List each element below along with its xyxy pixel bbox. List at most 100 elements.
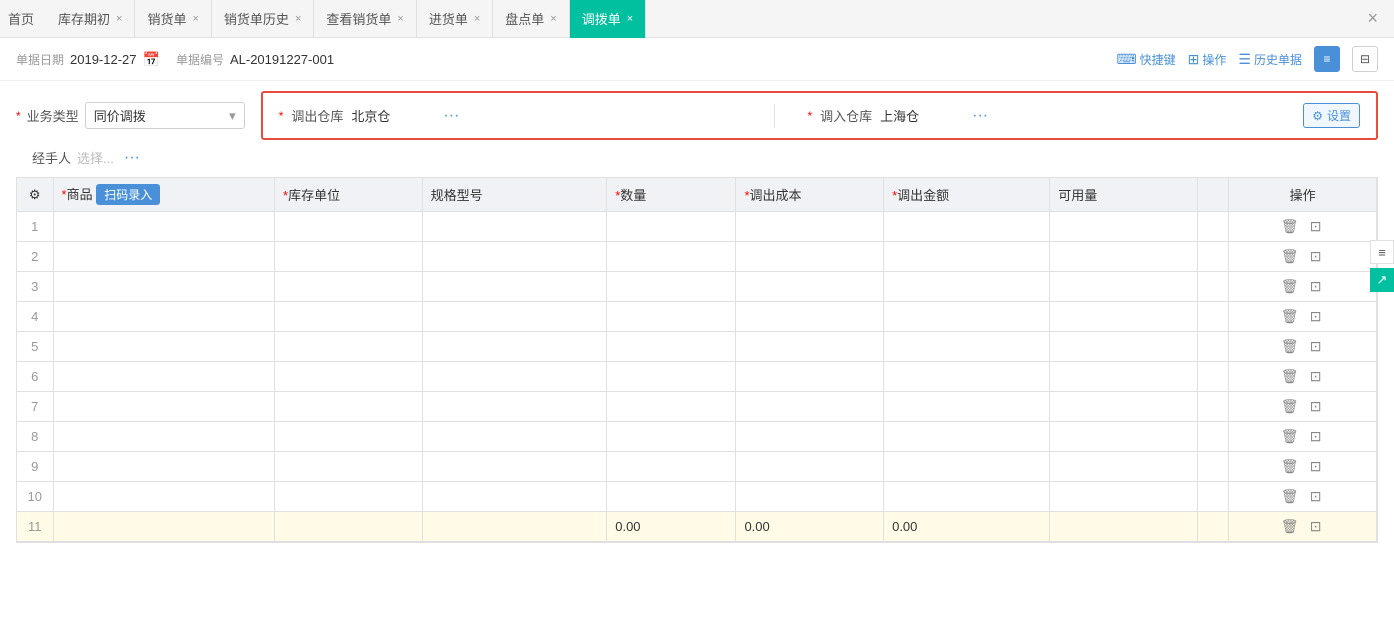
copy-icon-2[interactable]: ⊡ xyxy=(1306,247,1326,267)
out-wh-required: * xyxy=(279,109,284,123)
grid-icon: ⊞ xyxy=(1188,51,1200,68)
tab-close-stocktake[interactable]: × xyxy=(550,13,556,25)
delete-icon-1[interactable]: 🗑 xyxy=(1280,217,1300,237)
table-row: 2 🗑 ⊡ xyxy=(17,242,1377,272)
table-row: 3 🗑 ⊡ xyxy=(17,272,1377,302)
shortcut-key-btn[interactable]: ⌨ 快捷键 xyxy=(1116,51,1175,68)
col-unit-header: *库存单位 xyxy=(275,178,423,212)
delete-icon-6[interactable]: 🗑 xyxy=(1280,367,1300,387)
operation-btn[interactable]: ⊞ 操作 xyxy=(1188,51,1227,68)
scan-entry-btn[interactable]: 扫码录入 xyxy=(96,184,160,205)
history-icon: ☰ xyxy=(1238,51,1251,68)
copy-icon-5[interactable]: ⊡ xyxy=(1306,337,1326,357)
product-table: ⚙ *商品 扫码录入 *库存单位 规格型号 *数量 *调出成本 *调出金额 xyxy=(16,177,1378,543)
col-empty-header xyxy=(1197,178,1228,212)
toolbar-row: 单据日期 2019-12-27 📅 单据编号 AL-20191227-001 ⌨… xyxy=(0,38,1394,81)
row-num-8: 8 xyxy=(17,422,53,452)
tab-purchase-order[interactable]: 进货单 × xyxy=(417,0,493,38)
delete-icon-9[interactable]: 🗑 xyxy=(1280,457,1300,477)
calendar-icon[interactable]: 📅 xyxy=(143,51,160,68)
table-row: 1 🗑 ⊡ xyxy=(17,212,1377,242)
table-row: 9 🗑 ⊡ xyxy=(17,452,1377,482)
tab-close-sales-order[interactable]: × xyxy=(192,13,198,25)
tab-close-sales-history[interactable]: × xyxy=(295,13,301,25)
tab-home[interactable]: 首页 xyxy=(8,0,46,38)
table-row: 11 0.00 0.00 0.00 🗑 ⊡ xyxy=(17,512,1377,542)
layout-btn-grid[interactable]: ⊟ xyxy=(1352,46,1378,72)
window-close-button[interactable]: × xyxy=(1359,8,1386,29)
gear-icon: ⚙ xyxy=(1312,109,1323,123)
col-amount-header: *调出金额 xyxy=(884,178,1050,212)
handler-more-btn[interactable]: ··· xyxy=(124,149,140,167)
row-num-9: 9 xyxy=(17,452,53,482)
side-list-btn[interactable]: ≡ xyxy=(1370,240,1394,264)
biz-type-dropdown[interactable]: 同价调拨 ▾ xyxy=(85,102,245,129)
side-expand-btn[interactable]: ↗ xyxy=(1370,268,1394,292)
in-wh-required: * xyxy=(807,109,812,123)
warehouse-box: * 调出仓库 北京仓 ··· * 调入仓库 上海仓 ··· ⚙ 设置 xyxy=(261,91,1378,140)
row-num-2: 2 xyxy=(17,242,53,272)
side-buttons: ≡ ↗ xyxy=(1370,240,1394,292)
copy-icon-4[interactable]: ⊡ xyxy=(1306,307,1326,327)
tab-close-transfer[interactable]: × xyxy=(627,13,633,25)
table-row: 8 🗑 ⊡ xyxy=(17,422,1377,452)
toolbar-right: ⌨ 快捷键 ⊞ 操作 ☰ 历史单据 ≡ ⊟ xyxy=(1116,46,1378,72)
col-settings[interactable]: ⚙ xyxy=(17,178,53,212)
copy-icon-9[interactable]: ⊡ xyxy=(1306,457,1326,477)
table-row: 6 🗑 ⊡ xyxy=(17,362,1377,392)
col-cost-header: *调出成本 xyxy=(736,178,884,212)
set-button[interactable]: ⚙ 设置 xyxy=(1303,103,1360,128)
col-op-header: 操作 xyxy=(1229,178,1377,212)
copy-icon-8[interactable]: ⊡ xyxy=(1306,427,1326,447)
tab-transfer[interactable]: 调拨单 × xyxy=(570,0,646,38)
copy-icon-1[interactable]: ⊡ xyxy=(1306,217,1326,237)
out-wh-more-btn[interactable]: ··· xyxy=(443,107,459,125)
copy-icon-6[interactable]: ⊡ xyxy=(1306,367,1326,387)
tab-inventory-init[interactable]: 库存期初 × xyxy=(46,0,135,38)
tab-sales-history[interactable]: 销货单历史 × xyxy=(212,0,314,38)
row-num-5: 5 xyxy=(17,332,53,362)
col-product-header: *商品 扫码录入 xyxy=(53,178,275,212)
delete-icon-4[interactable]: 🗑 xyxy=(1280,307,1300,327)
form-area: * 业务类型 同价调拨 ▾ * 调出仓库 北京仓 ··· * 调入仓库 上海仓 … xyxy=(0,81,1394,177)
tab-stocktake[interactable]: 盘点单 × xyxy=(493,0,569,38)
table-row: 5 🗑 ⊡ xyxy=(17,332,1377,362)
table-row: 7 🗑 ⊡ xyxy=(17,392,1377,422)
tab-sales-order[interactable]: 销货单 × xyxy=(135,0,211,38)
copy-icon-7[interactable]: ⊡ xyxy=(1306,397,1326,417)
biz-type-required: * xyxy=(16,109,21,123)
form-row-1: * 业务类型 同价调拨 ▾ * 调出仓库 北京仓 ··· * 调入仓库 上海仓 … xyxy=(16,91,1378,140)
history-doc-btn[interactable]: ☰ 历史单据 xyxy=(1238,51,1302,68)
copy-icon-10[interactable]: ⊡ xyxy=(1306,487,1326,507)
delete-icon[interactable]: 🗑 xyxy=(1280,517,1300,537)
col-spec-header: 规格型号 xyxy=(422,178,607,212)
in-wh-more-btn[interactable]: ··· xyxy=(972,107,988,125)
delete-icon-2[interactable]: 🗑 xyxy=(1280,247,1300,267)
tab-close-purchase-order[interactable]: × xyxy=(474,13,480,25)
delete-icon-8[interactable]: 🗑 xyxy=(1280,427,1300,447)
tab-view-sales[interactable]: 查看销货单 × xyxy=(314,0,416,38)
row-num-11: 11 xyxy=(17,512,53,542)
col-avail-header: 可用量 xyxy=(1050,178,1198,212)
table-row: 10 🗑 ⊡ xyxy=(17,482,1377,512)
biz-type-field: * 业务类型 同价调拨 ▾ xyxy=(16,102,245,129)
delete-icon-5[interactable]: 🗑 xyxy=(1280,337,1300,357)
dropdown-arrow-icon: ▾ xyxy=(229,108,236,124)
tab-close-view-sales[interactable]: × xyxy=(397,13,403,25)
form-row-2: 经手人 选择... ··· xyxy=(16,148,1378,167)
date-field: 单据日期 2019-12-27 📅 xyxy=(16,51,160,68)
tab-bar: 首页 库存期初 × 销货单 × 销货单历史 × 查看销货单 × 进货单 × 盘点… xyxy=(0,0,1394,38)
row-num-3: 3 xyxy=(17,272,53,302)
delete-icon-7[interactable]: 🗑 xyxy=(1280,397,1300,417)
tab-close-inventory-init[interactable]: × xyxy=(116,13,122,25)
copy-icon-3[interactable]: ⊡ xyxy=(1306,277,1326,297)
delete-icon-10[interactable]: 🗑 xyxy=(1280,487,1300,507)
table-header: ⚙ *商品 扫码录入 *库存单位 规格型号 *数量 *调出成本 *调出金额 xyxy=(17,178,1377,212)
row-num-10: 10 xyxy=(17,482,53,512)
copy-icon[interactable]: ⊡ xyxy=(1306,517,1326,537)
delete-icon-3[interactable]: 🗑 xyxy=(1280,277,1300,297)
layout-btn-active[interactable]: ≡ xyxy=(1314,46,1340,72)
handler-field: 经手人 选择... ··· xyxy=(32,148,140,167)
row-num-4: 4 xyxy=(17,302,53,332)
col-qty-header: *数量 xyxy=(607,178,736,212)
